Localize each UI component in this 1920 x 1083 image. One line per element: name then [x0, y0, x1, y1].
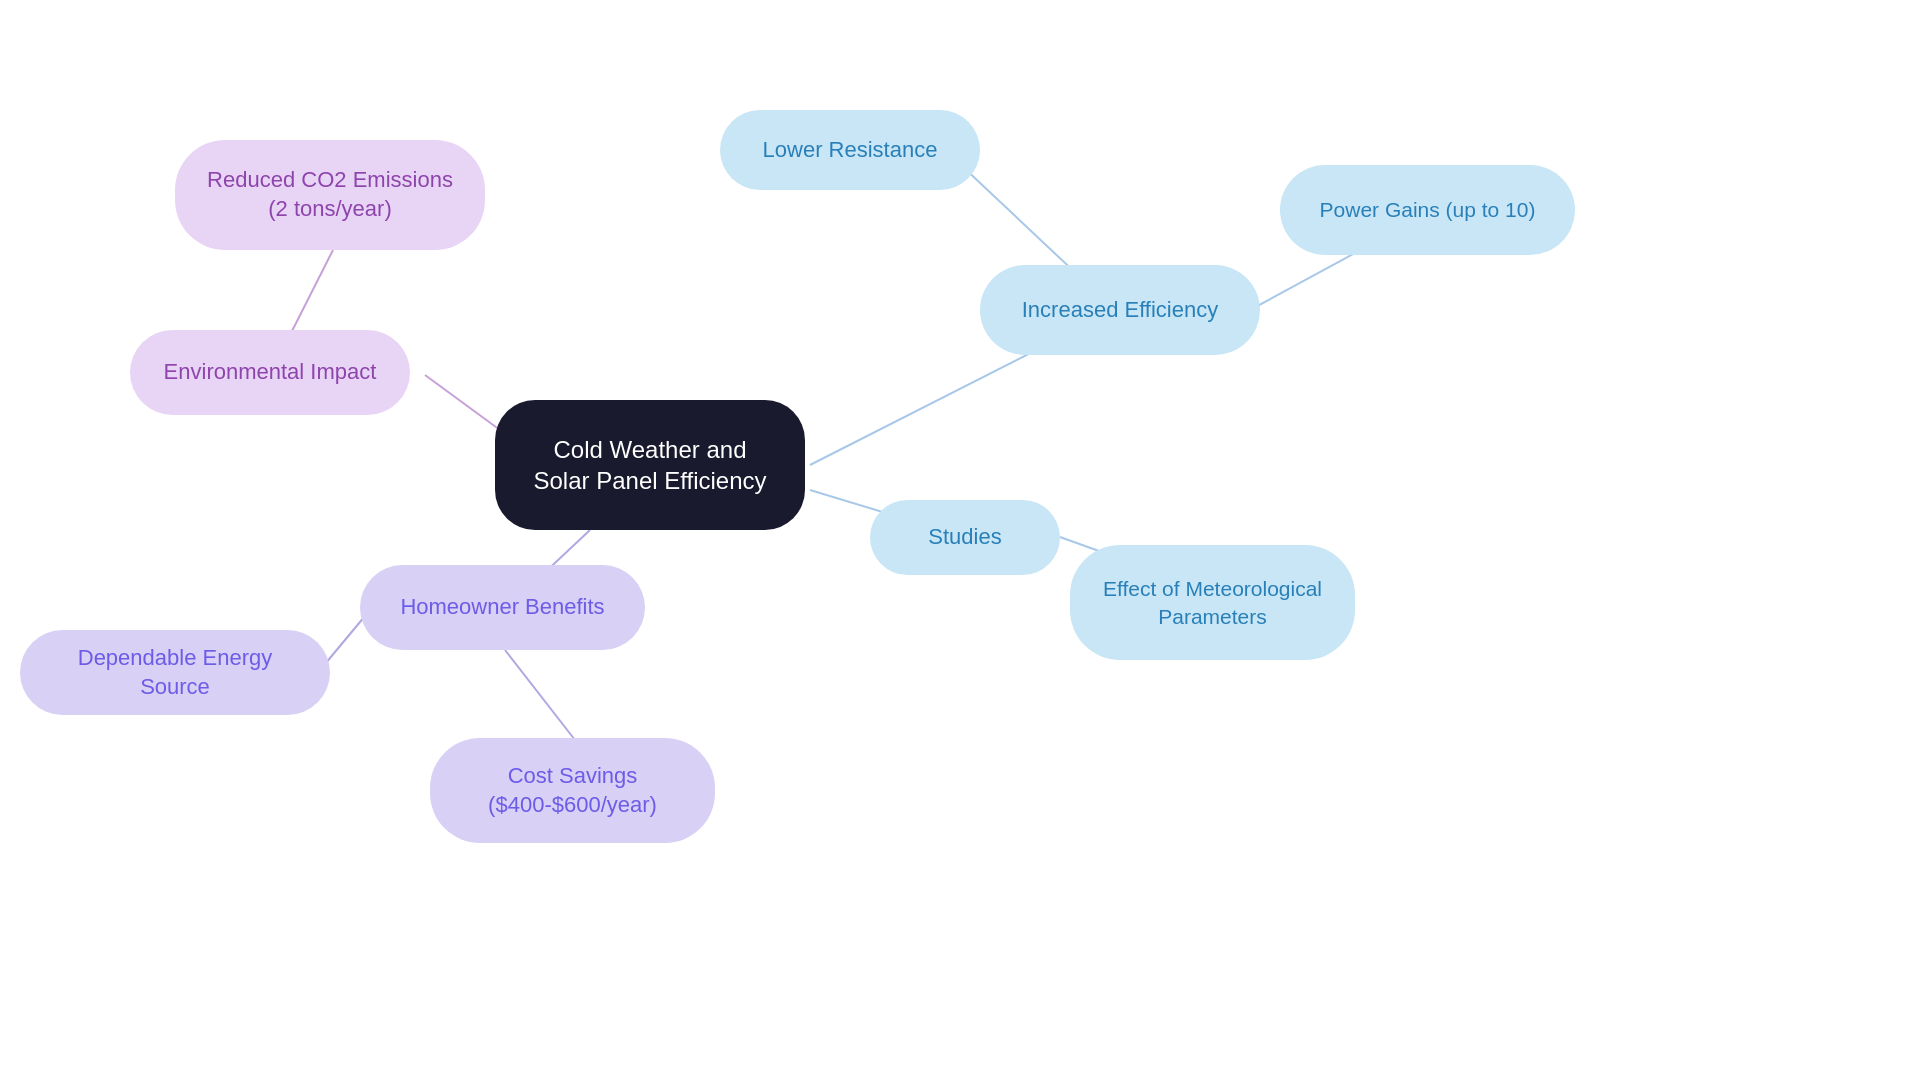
dependable-energy-node: Dependable Energy Source [20, 630, 330, 715]
lower-resistance-node: Lower Resistance [720, 110, 980, 190]
increased-efficiency-node: Increased Efficiency [980, 265, 1260, 355]
svg-line-5 [425, 375, 500, 430]
environmental-impact-node: Environmental Impact [130, 330, 410, 415]
svg-line-6 [290, 250, 333, 335]
reduced-co2-node: Reduced CO2 Emissions (2 tons/year) [175, 140, 485, 250]
studies-node: Studies [870, 500, 1060, 575]
svg-line-9 [505, 650, 575, 740]
meteorological-node: Effect of Meteorological Parameters [1070, 545, 1355, 660]
cost-savings-node: Cost Savings ($400-$600/year) [430, 738, 715, 843]
homeowner-benefits-node: Homeowner Benefits [360, 565, 645, 650]
power-gains-node: Power Gains (up to 10) [1280, 165, 1575, 255]
center-node: Cold Weather and Solar Panel Efficiency [495, 400, 805, 530]
